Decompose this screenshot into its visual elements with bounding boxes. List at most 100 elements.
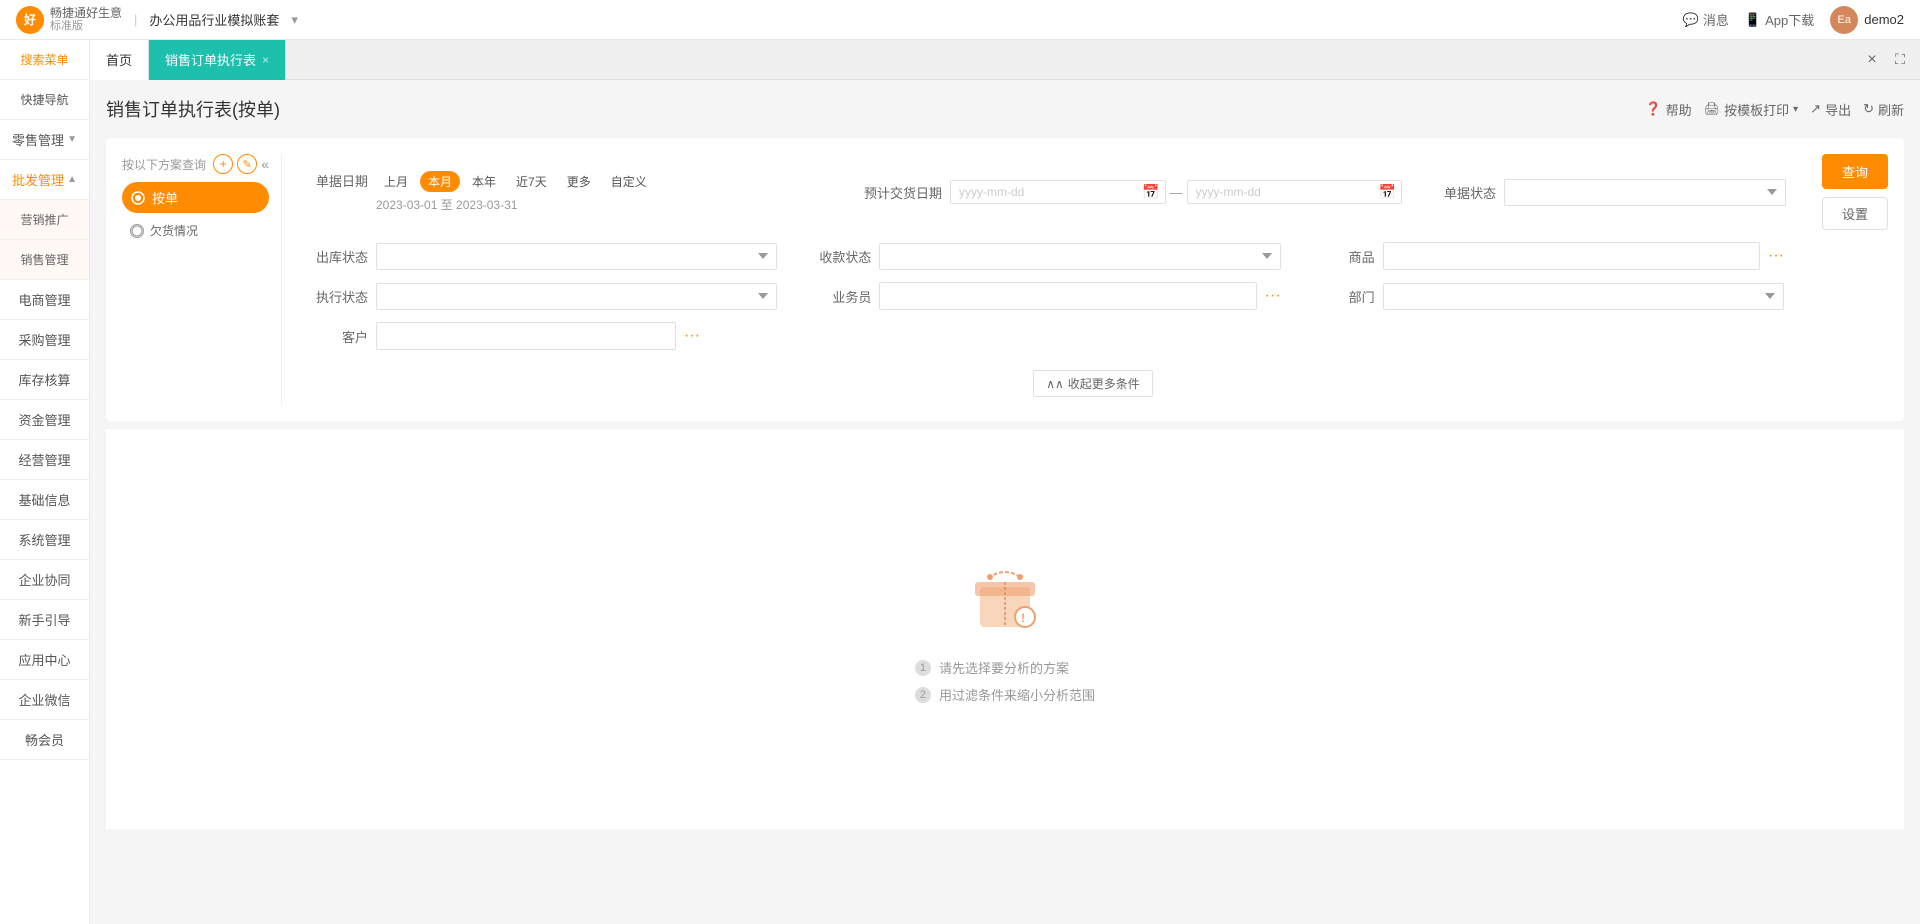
- tab-close-all-button[interactable]: ×: [1860, 48, 1884, 72]
- sidebar: 搜索菜单 快捷导航 零售管理 ▼ 批发管理 ▲ 营销推广 销售管理 电商管理 采…: [0, 40, 90, 924]
- tab-bar-actions: × ⛶: [1860, 48, 1920, 72]
- goods-label: 商品: [1305, 247, 1375, 266]
- sidebar-item-member[interactable]: 畅会员: [0, 720, 89, 760]
- collection-status-group: 收款状态: [801, 243, 1280, 270]
- app-title: 办公用品行业模拟账套: [149, 10, 279, 29]
- tab-home[interactable]: 首页: [90, 40, 149, 80]
- empty-step-1: 1: [915, 660, 931, 676]
- refresh-button[interactable]: ↻ 刷新: [1863, 100, 1904, 119]
- sidebar-item-retail[interactable]: 零售管理 ▼: [0, 120, 89, 160]
- sidebar-item-operation[interactable]: 经营管理: [0, 440, 89, 480]
- sidebar-item-quicknav[interactable]: 快捷导航: [0, 80, 89, 120]
- department-select[interactable]: [1383, 283, 1784, 310]
- sidebar-item-wechat[interactable]: 企业微信: [0, 680, 89, 720]
- goods-dots-icon[interactable]: ···: [1768, 247, 1784, 265]
- document-status-select[interactable]: [1504, 179, 1786, 206]
- sidebar-item-enterprise[interactable]: 企业协同: [0, 560, 89, 600]
- sidebar-item-finance[interactable]: 资金管理: [0, 400, 89, 440]
- sidebar-item-appcenter[interactable]: 应用中心: [0, 640, 89, 680]
- nav-item-欠货情况[interactable]: 欠货情况: [122, 217, 269, 244]
- filter-row-3: 执行状态 业务员: [298, 282, 1888, 310]
- export-icon: ↗: [1810, 101, 1821, 117]
- salesperson-dots-icon[interactable]: ···: [1265, 287, 1281, 305]
- settings-button[interactable]: 设置: [1822, 197, 1888, 230]
- date-range-display: 2023-03-01 至 2023-03-31: [376, 196, 838, 213]
- query-button[interactable]: 查询: [1822, 154, 1888, 189]
- execution-status-select[interactable]: [376, 283, 777, 310]
- sidebar-item-inventory[interactable]: 库存核算: [0, 360, 89, 400]
- action-btn-group: 查询 设置: [1822, 154, 1888, 230]
- template-print-button[interactable]: 🖨 按模板打印 ▾: [1704, 100, 1799, 119]
- empty-step-2: 2: [915, 687, 931, 703]
- nav-item-icon-按单: [130, 190, 146, 206]
- date-tab-近7天[interactable]: 近7天: [508, 171, 555, 192]
- add-scheme-button[interactable]: +: [213, 154, 233, 174]
- customer-input-area[interactable]: [376, 322, 676, 350]
- execution-status-select-wrap: [376, 283, 777, 310]
- collapse-arrow-icon: ∧∧: [1046, 377, 1064, 391]
- department-label: 部门: [1305, 287, 1375, 306]
- nav-item-按单[interactable]: 按单: [122, 182, 269, 213]
- template-print-dropdown-icon: ▾: [1793, 104, 1798, 115]
- goods-input-area[interactable]: [1383, 242, 1760, 270]
- collection-status-label: 收款状态: [801, 247, 871, 266]
- empty-text-item-1: 1 请先选择要分析的方案: [915, 658, 1095, 677]
- sidebar-item-search[interactable]: 搜索菜单: [0, 40, 89, 80]
- user-name: demo2: [1864, 12, 1904, 27]
- outbound-status-group: 出库状态: [298, 243, 777, 270]
- date-tab-本年[interactable]: 本年: [464, 171, 504, 192]
- collection-status-select-wrap: [879, 243, 1280, 270]
- filter-section: 按以下方案查询 + ✎ «: [122, 154, 1888, 405]
- date-label: 单据日期: [298, 171, 368, 190]
- document-status-select-wrap: [1504, 179, 1786, 206]
- collapse-more-button[interactable]: ∧∧ 收起更多条件: [1033, 370, 1153, 397]
- top-bar: 好 畅捷通好生意 标准版 | 办公用品行业模拟账套 ▾ 💬 消息 📱 App下载…: [0, 0, 1920, 40]
- filter-nav-header: 按以下方案查询 + ✎ «: [122, 154, 269, 174]
- date-tab-上月[interactable]: 上月: [376, 171, 416, 192]
- date-tab-更多[interactable]: 更多: [559, 171, 599, 192]
- date-start-calendar-icon: 📅: [1142, 184, 1159, 201]
- filter-form: 单据日期 上月 本月 本年 近7天 更多 自定义: [282, 154, 1888, 405]
- salesperson-input-area[interactable]: [879, 282, 1256, 310]
- date-tab-本月[interactable]: 本月: [420, 171, 460, 192]
- salesperson-label: 业务员: [801, 287, 871, 306]
- customer-group: 客户 ···: [298, 322, 785, 350]
- customer-label: 客户: [298, 327, 368, 346]
- tab-bar: 首页 销售订单执行表 × × ⛶: [90, 40, 1920, 80]
- message-icon: 💬: [1683, 12, 1699, 28]
- date-separator: —: [1170, 185, 1183, 200]
- help-button[interactable]: ❓ 帮助: [1645, 100, 1691, 119]
- app-download-button[interactable]: 📱 App下载: [1745, 10, 1814, 29]
- message-button[interactable]: 💬 消息: [1683, 10, 1729, 29]
- collapse-more-section: ∧∧ 收起更多条件: [298, 362, 1888, 405]
- tab-expand-button[interactable]: ⛶: [1888, 48, 1912, 72]
- collection-status-select[interactable]: [879, 243, 1280, 270]
- outbound-status-select-wrap: [376, 243, 777, 270]
- expected-date-end-input[interactable]: [1187, 180, 1403, 204]
- edit-scheme-button[interactable]: ✎: [237, 154, 257, 174]
- user-menu[interactable]: Ea demo2: [1830, 6, 1904, 34]
- sidebar-item-system[interactable]: 系统管理: [0, 520, 89, 560]
- filter-row-4: 客户 ···: [298, 322, 1888, 350]
- export-button[interactable]: ↗ 导出: [1810, 100, 1851, 119]
- sidebar-item-marketing[interactable]: 营销推广: [0, 200, 89, 240]
- sidebar-item-purchase[interactable]: 采购管理: [0, 320, 89, 360]
- execution-status-label: 执行状态: [298, 287, 368, 306]
- app-download-icon: 📱: [1745, 12, 1761, 28]
- app-title-dropdown-icon[interactable]: ▾: [291, 12, 298, 28]
- sidebar-item-wholesale[interactable]: 批发管理 ▲: [0, 160, 89, 200]
- expected-date-start-input[interactable]: [950, 180, 1166, 204]
- collapse-nav-button[interactable]: «: [261, 156, 269, 172]
- tab-active[interactable]: 销售订单执行表 ×: [149, 40, 286, 80]
- page-body: 销售订单执行表(按单) ❓ 帮助 🖨 按模板打印 ▾ ↗: [90, 80, 1920, 845]
- sidebar-item-sales[interactable]: 销售管理: [0, 240, 89, 280]
- outbound-status-select[interactable]: [376, 243, 777, 270]
- salesperson-group: 业务员 ···: [801, 282, 1280, 310]
- sidebar-item-newuser[interactable]: 新手引导: [0, 600, 89, 640]
- svg-text:!: !: [1021, 611, 1025, 625]
- date-tab-自定义[interactable]: 自定义: [603, 171, 655, 192]
- tab-close-icon[interactable]: ×: [262, 53, 269, 67]
- sidebar-item-basic[interactable]: 基础信息: [0, 480, 89, 520]
- customer-dots-icon[interactable]: ···: [684, 327, 700, 345]
- sidebar-item-ecommerce[interactable]: 电商管理: [0, 280, 89, 320]
